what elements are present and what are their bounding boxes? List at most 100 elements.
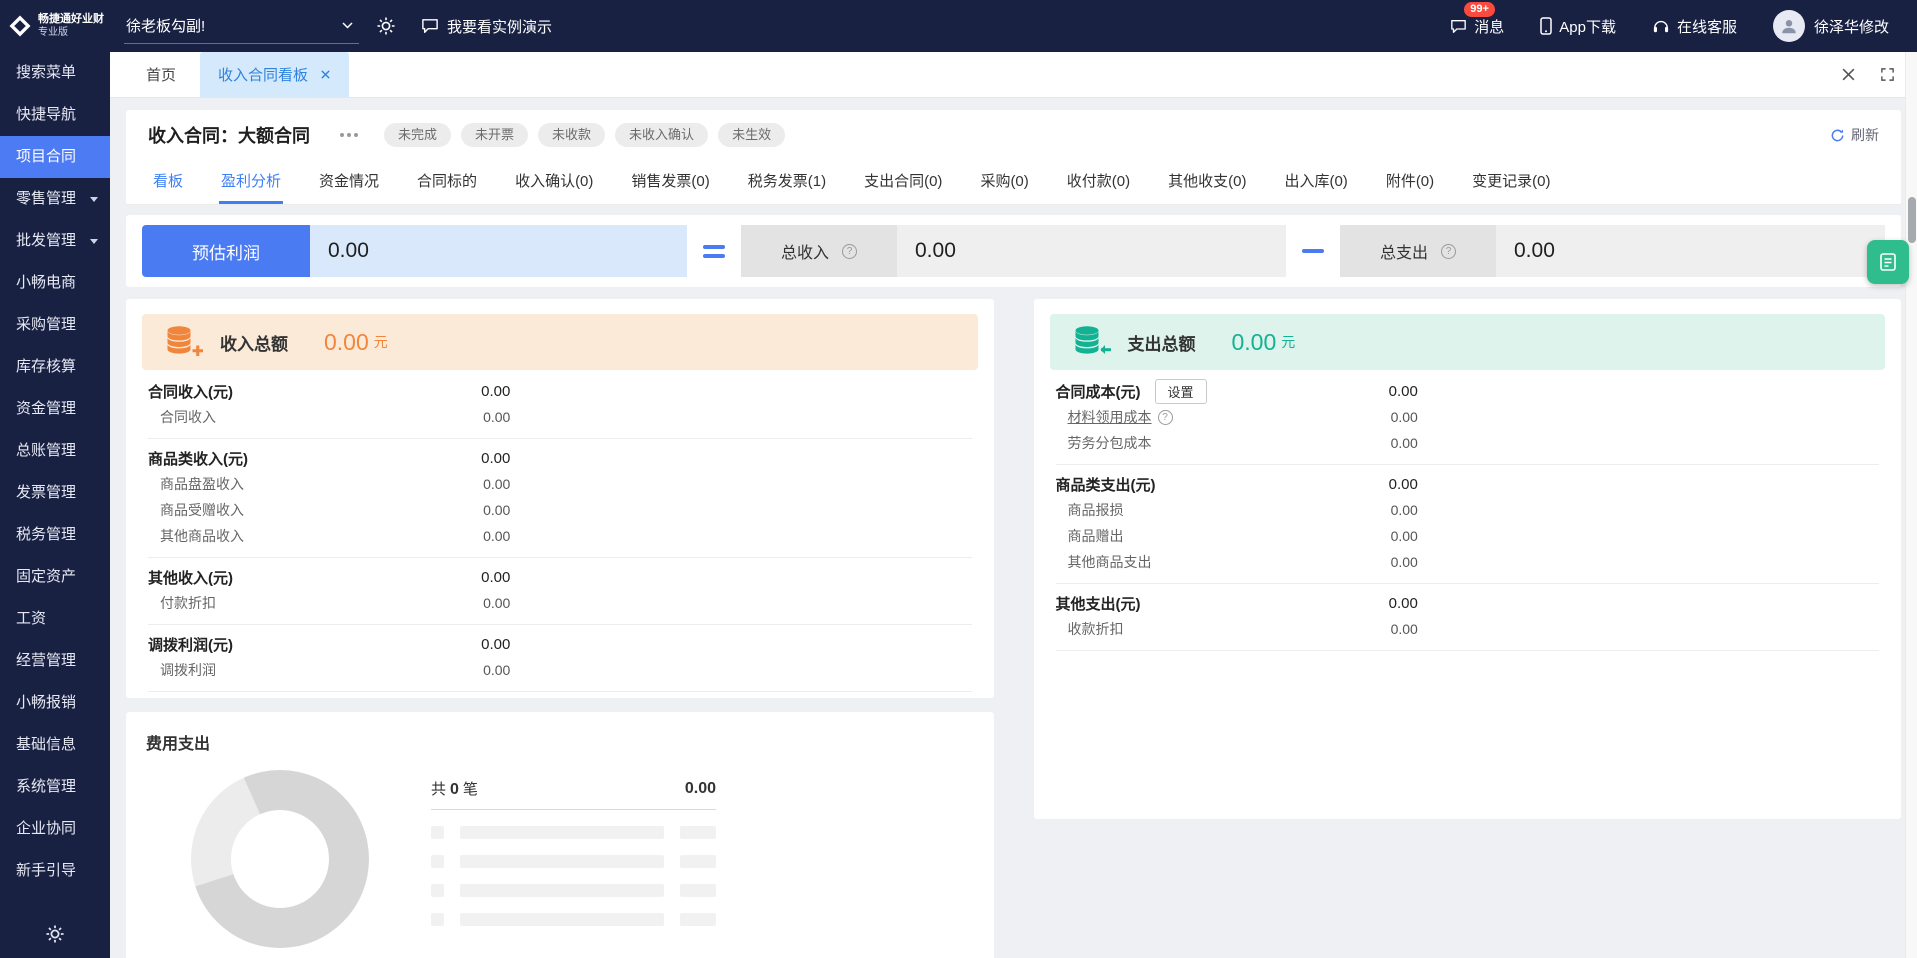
report-quick-access-button[interactable] (1867, 240, 1909, 284)
tab-income-contract-board[interactable]: 收入合同看板 (200, 52, 350, 97)
sidebar-item-label: 总账管理 (16, 442, 77, 459)
sidebar-item-project-contract[interactable]: 项目合同 (0, 136, 110, 178)
sidebar-item-label: 发票管理 (16, 484, 77, 501)
sidebar-settings-button[interactable] (0, 910, 110, 958)
user-menu[interactable]: 徐泽华修改 (1772, 10, 1889, 42)
sidebar-item-operations[interactable]: 经营管理 (0, 640, 110, 682)
fee-expense-title: 费用支出 (146, 736, 211, 753)
sidebar: 畅捷通好业财 专业版 搜索菜单 快捷导航 项目合同 零售管理 批发管理 小畅电商… (0, 0, 110, 958)
tab-close-icon[interactable] (320, 69, 331, 80)
tab-kanban[interactable]: 看板 (134, 160, 202, 204)
fee-expense-card: 费用支出 共0笔 0.00 (126, 712, 994, 958)
material-cost-link[interactable]: 材料领用成本 (1056, 407, 1152, 427)
tab-contract-subject[interactable]: 合同标的 (398, 160, 496, 204)
status-badge: 未生效 (718, 123, 786, 147)
estimated-profit-button[interactable]: 预估利润 (142, 225, 310, 277)
online-support-button[interactable]: 在线客服 (1652, 16, 1737, 37)
list-item-placeholder (431, 855, 716, 868)
sidebar-item-invoice[interactable]: 发票管理 (0, 472, 110, 514)
main-area: 徐老板勾副! 我要看实例演示 99+ 消息 App下载 在线客服 徐泽华修改 首… (110, 0, 1917, 958)
fee-expense-body: 共0笔 0.00 (146, 770, 974, 948)
table-row: 合同收入 0.00 (148, 404, 972, 430)
messages-button[interactable]: 99+ 消息 (1450, 1, 1505, 37)
tab-label: 看板 (153, 173, 184, 190)
chevron-down-icon (342, 22, 353, 29)
income-groups: 合同收入(元) 0.00 合同收入 0.00 商品类收入(元) 0.00 商品盘盈收入… (142, 370, 978, 692)
scrollbar-thumb[interactable] (1908, 197, 1916, 243)
sidebar-item-xiaochang-ecommerce[interactable]: 小畅电商 (0, 262, 110, 304)
tab-label: 其他收支(0) (1168, 173, 1247, 190)
tab-label: 资金情况 (319, 173, 380, 190)
row-label: 合同收入 (160, 409, 216, 425)
row-value: 0.00 (483, 595, 511, 611)
row-label: 其他支出(元) (1055, 595, 1141, 613)
sidebar-item-enterprise-collab[interactable]: 企业协同 (0, 808, 110, 850)
tab-purchase[interactable]: 采购(0) (961, 160, 1047, 204)
help-icon[interactable] (1157, 409, 1173, 425)
table-row: 商品受赠收入 0.00 (148, 497, 972, 523)
tab-other-income-expense[interactable]: 其他收支(0) (1149, 160, 1265, 204)
estimated-profit-block: 预估利润 0.00 (142, 225, 687, 277)
help-icon[interactable] (842, 243, 857, 259)
tab-home[interactable]: 首页 (122, 52, 200, 97)
table-row: 其他收入(元) 0.00 (148, 564, 972, 590)
row-value: 0.00 (483, 476, 511, 492)
tab-change-records[interactable]: 变更记录(0) (1453, 160, 1569, 204)
demo-link[interactable]: 我要看实例演示 (421, 16, 552, 37)
fee-donut-chart (191, 770, 369, 948)
sidebar-item-basic-info[interactable]: 基础信息 (0, 724, 110, 766)
sidebar-item-purchasing[interactable]: 采购管理 (0, 304, 110, 346)
sidebar-item-label: 项目合同 (16, 148, 77, 165)
table-row: 合同收入(元) 0.00 (148, 378, 972, 404)
app-download-label: App下载 (1559, 18, 1616, 36)
sidebar-item-expense-report[interactable]: 小畅报销 (0, 682, 110, 724)
topbar-settings-button[interactable] (377, 17, 395, 35)
sidebar-item-retail[interactable]: 零售管理 (0, 178, 110, 220)
tab-inventory-io[interactable]: 出入库(0) (1265, 160, 1366, 204)
fee-list-header: 共0笔 0.00 (431, 778, 716, 810)
sidebar-item-fixed-assets[interactable]: 固定资产 (0, 556, 110, 598)
income-group-contract: 合同收入(元) 0.00 合同收入 0.00 (148, 372, 972, 439)
sidebar-item-quick-nav[interactable]: 快捷导航 (0, 94, 110, 136)
tab-funds-status[interactable]: 资金情况 (300, 160, 398, 204)
vertical-scrollbar[interactable] (1905, 52, 1917, 958)
username: 徐泽华修改 (1813, 18, 1889, 36)
org-selector-value: 徐老板勾副! (126, 18, 206, 35)
sidebar-item-tax[interactable]: 税务管理 (0, 514, 110, 556)
refresh-button[interactable]: 刷新 (1830, 125, 1879, 145)
fee-count-suffix: 笔 (462, 781, 478, 798)
tab-tax-invoice[interactable]: 税务发票(1) (729, 160, 845, 204)
sidebar-item-payroll[interactable]: 工资 (0, 598, 110, 640)
tab-expense-contract[interactable]: 支出合同(0) (845, 160, 961, 204)
row-value: 0.00 (481, 449, 511, 467)
sidebar-item-general-ledger[interactable]: 总账管理 (0, 430, 110, 472)
fullscreen-button[interactable] (1880, 67, 1895, 82)
org-selector-dropdown[interactable]: 徐老板勾副! (124, 8, 359, 44)
app-download-button[interactable]: App下载 (1540, 16, 1616, 37)
speech-bubble-icon (422, 19, 438, 33)
messages-label: 消息 (1474, 18, 1505, 36)
tab-label: 合同标的 (417, 173, 478, 190)
table-row: 调拨利润(元) 0.00 (148, 631, 972, 657)
sidebar-item-wholesale[interactable]: 批发管理 (0, 220, 110, 262)
tab-label: 收付款(0) (1066, 173, 1131, 190)
tab-attachments[interactable]: 附件(0) (1367, 160, 1453, 204)
tab-profit-analysis[interactable]: 盈利分析 (202, 160, 300, 204)
sidebar-item-label: 批发管理 (16, 232, 77, 249)
tab-sales-invoice[interactable]: 销售发票(0) (612, 160, 728, 204)
help-icon[interactable] (1441, 243, 1456, 259)
sidebar-item-search-menu[interactable]: 搜索菜单 (0, 52, 110, 94)
status-badge: 未完成 (384, 123, 452, 147)
sidebar-item-inventory-accounting[interactable]: 库存核算 (0, 346, 110, 388)
row-label: 合同收入(元) (148, 383, 233, 401)
sidebar-item-beginner-guide[interactable]: 新手引导 (0, 850, 110, 892)
tab-payments[interactable]: 收付款(0) (1048, 160, 1149, 204)
sidebar-item-system[interactable]: 系统管理 (0, 766, 110, 808)
tab-income-confirmation[interactable]: 收入确认(0) (496, 160, 612, 204)
sidebar-item-funds[interactable]: 资金管理 (0, 388, 110, 430)
row-label: 商品盘盈收入 (160, 476, 244, 492)
row-label: 劳务分包成本 (1067, 435, 1152, 451)
more-actions-button[interactable] (340, 133, 358, 137)
cost-settings-button[interactable]: 设置 (1154, 378, 1207, 404)
close-all-tabs-button[interactable] (1841, 67, 1856, 82)
